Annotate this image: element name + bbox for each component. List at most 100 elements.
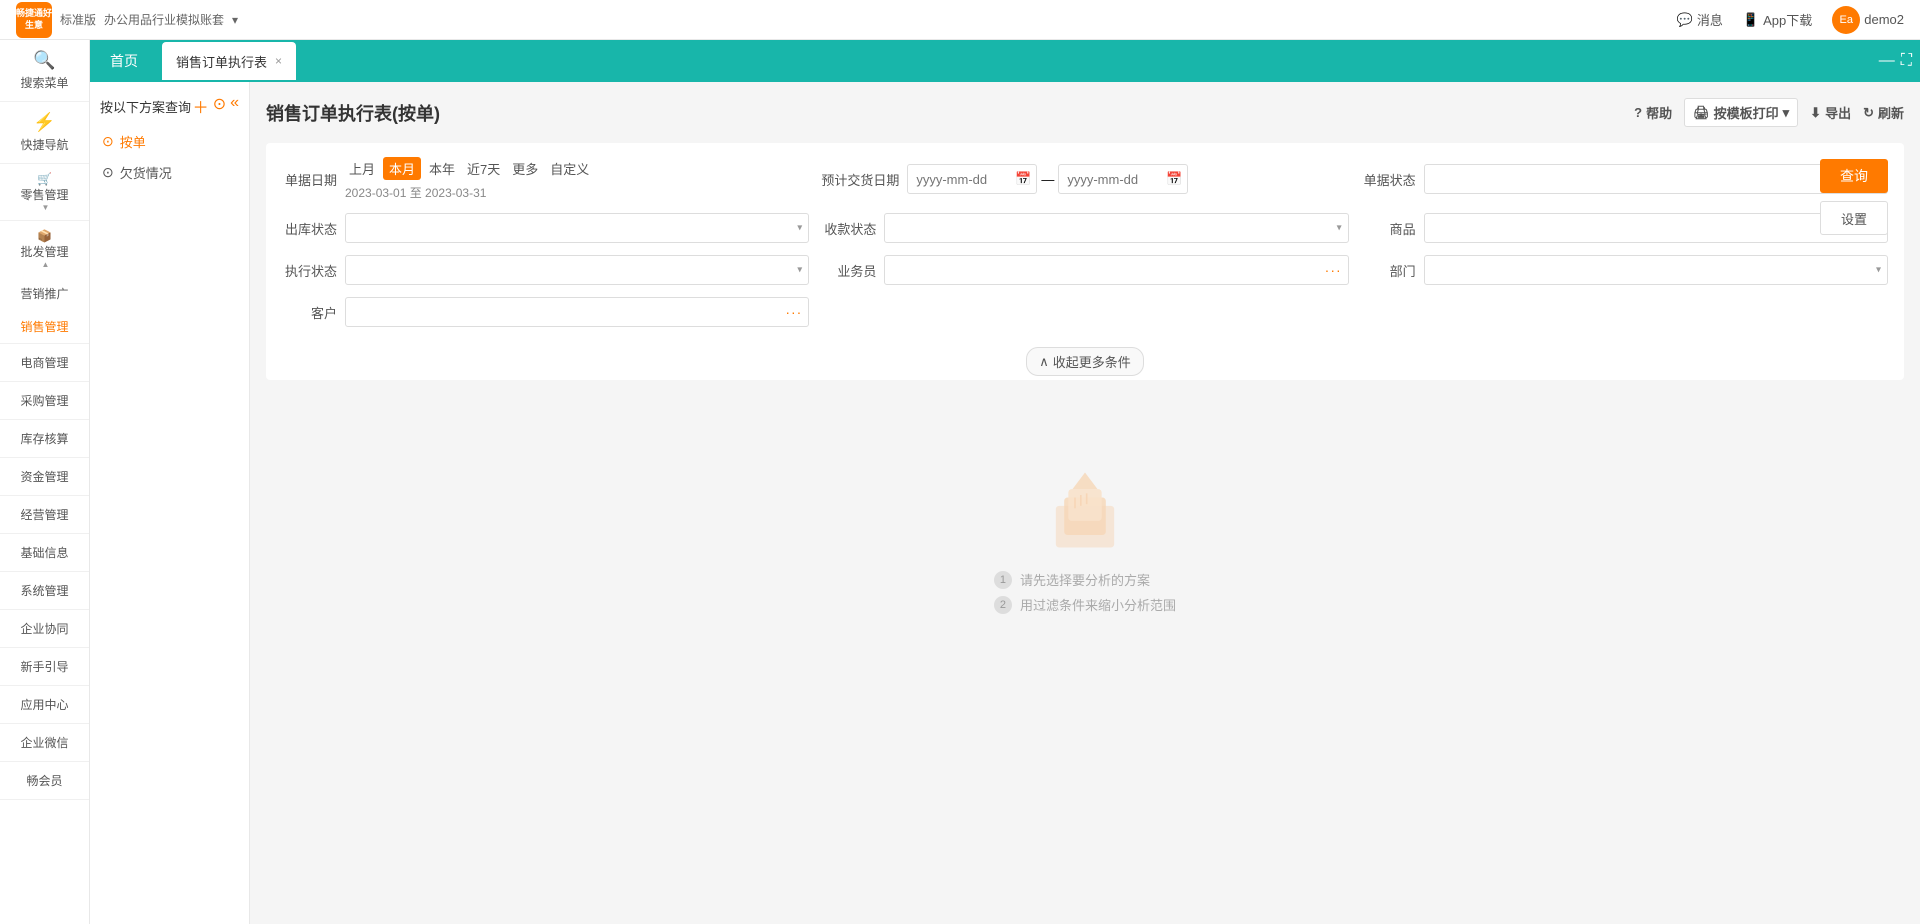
app-logo: 畅捷通好生意 — [16, 2, 52, 38]
export-icon: ⬇ — [1810, 105, 1821, 121]
customer-label: 客户 — [282, 303, 337, 322]
tab-minimize-icon[interactable]: — — [1879, 52, 1895, 70]
salesperson-input[interactable] — [884, 255, 1348, 285]
out-status-label: 出库状态 — [282, 219, 337, 238]
query-actions: 查询 设置 — [1820, 159, 1888, 235]
app-download-button[interactable]: 📱 App下载 — [1743, 10, 1812, 29]
sidebar-item-finance[interactable]: 资金管理 — [0, 458, 89, 496]
print-icon: 🖨 — [1693, 105, 1710, 121]
doc-status-input[interactable] — [1424, 164, 1888, 194]
customer-input[interactable] — [345, 297, 809, 327]
empty-hint-2: 2 用过滤条件来缩小分析范围 — [994, 595, 1176, 614]
settings-scheme-button[interactable]: ⊙ — [213, 94, 226, 118]
message-icon: 💬 — [1677, 12, 1693, 28]
dept-input[interactable] — [1424, 255, 1888, 285]
date-tab-custom[interactable]: 自定义 — [546, 157, 593, 180]
date-tab-more[interactable]: 更多 — [508, 157, 542, 180]
help-button[interactable]: ? 帮助 — [1634, 103, 1672, 122]
collapse-panel-button[interactable]: « — [230, 94, 239, 118]
goods-input[interactable] — [1424, 213, 1888, 243]
recv-status-input[interactable] — [884, 213, 1348, 243]
wholesale-icon: 📦 — [37, 229, 52, 243]
empty-illustration — [1035, 460, 1135, 560]
query-button[interactable]: 查询 — [1820, 159, 1888, 193]
dept-label: 部门 — [1361, 261, 1416, 280]
scheme-item2-icon: ⊙ — [102, 164, 114, 181]
search-icon: 🔍 — [33, 50, 55, 71]
date-tab-last-month[interactable]: 上月 — [345, 157, 379, 180]
settings-button[interactable]: 设置 — [1820, 201, 1888, 235]
goods-label: 商品 — [1361, 219, 1416, 238]
expected-date-start-wrap: 📅 — [907, 164, 1037, 194]
scheme-item-by-order[interactable]: ⊙ 按单 — [90, 126, 249, 157]
sidebar-item-purchase[interactable]: 采购管理 — [0, 382, 89, 420]
filter-date: 单据日期 上月 本月 本年 近7天 更多 自定义 — [282, 157, 809, 201]
sidebar-item-wechat[interactable]: 企业微信 — [0, 724, 89, 762]
refresh-icon: ↻ — [1863, 105, 1874, 121]
sidebar-item-newbie[interactable]: 新手引导 — [0, 648, 89, 686]
user-menu[interactable]: Ea demo2 — [1832, 6, 1904, 34]
hint-num-1: 1 — [994, 571, 1012, 589]
out-status-input[interactable] — [345, 213, 809, 243]
export-button[interactable]: ⬇ 导出 — [1810, 103, 1851, 122]
print-button[interactable]: 🖨 按模板打印 ▾ — [1684, 98, 1798, 127]
sidebar-item-marketing[interactable]: 营销推广 — [0, 277, 89, 310]
topbar: 畅捷通好生意 标准版 办公用品行业模拟账套 ▾ 💬 消息 📱 App下载 Ea … — [0, 0, 1920, 40]
sidebar-item-corp[interactable]: 企业协同 — [0, 610, 89, 648]
tab-home[interactable]: 首页 — [90, 40, 158, 82]
retail-icon: 🛒 — [37, 172, 52, 186]
date-tab-this-year[interactable]: 本年 — [425, 157, 459, 180]
filter-row-4: 客户 ··· — [282, 297, 1888, 327]
recv-status-wrap: ▾ — [884, 213, 1348, 243]
out-status-wrap: ▾ — [345, 213, 809, 243]
expected-date-end-wrap: 📅 — [1058, 164, 1188, 194]
sidebar-item-sales[interactable]: 销售管理 — [0, 310, 89, 343]
add-scheme-button[interactable]: ＋ — [193, 94, 209, 118]
customer-dots-icon[interactable]: ··· — [785, 304, 802, 320]
sidebar-item-base[interactable]: 基础信息 — [0, 534, 89, 572]
sidebar-item-inventory[interactable]: 库存核算 — [0, 420, 89, 458]
sidebar-item-apps[interactable]: 应用中心 — [0, 686, 89, 724]
sidebar-item-member[interactable]: 畅会员 — [0, 762, 89, 800]
filter-row-3: 执行状态 ▾ 业务员 ··· — [282, 255, 1888, 285]
tab-active[interactable]: 销售订单执行表 × — [162, 42, 296, 80]
sidebar-item-biz[interactable]: 经营管理 — [0, 496, 89, 534]
tab-maximize-icon[interactable]: ⛶ — [1901, 52, 1912, 70]
top-title-dropdown[interactable]: ▾ — [232, 13, 238, 27]
tabbar: 首页 销售订单执行表 × — ⛶ — [90, 40, 1920, 82]
left-panel-header: 按以下方案查询 ＋ ⊙ « — [90, 94, 249, 126]
calendar-icon-1: 📅 — [1015, 171, 1031, 187]
main-layout: 🔍 搜索菜单 ⚡ 快捷导航 🛒 零售管理 📦 批发管理 营销推广 销售管理 — [0, 40, 1920, 924]
exec-status-input[interactable] — [345, 255, 809, 285]
sidebar-item-wholesale[interactable]: 📦 批发管理 — [0, 221, 89, 277]
filter-out-status: 出库状态 ▾ — [282, 213, 809, 243]
collapse-row: ∧ 收起更多条件 — [282, 339, 1888, 376]
sidebar-item-sys[interactable]: 系统管理 — [0, 572, 89, 610]
download-icon: 📱 — [1743, 12, 1759, 28]
date-tab-this-month[interactable]: 本月 — [383, 157, 421, 180]
scheme-item-debt[interactable]: ⊙ 欠货情况 — [90, 157, 249, 188]
content-area: 首页 销售订单执行表 × — ⛶ 按以下方案查询 ＋ ⊙ « — [90, 40, 1920, 924]
tabbar-right: — ⛶ — [1879, 52, 1920, 70]
refresh-button[interactable]: ↻ 刷新 — [1863, 103, 1904, 122]
sidebar-group-wholesale: 📦 批发管理 营销推广 销售管理 — [0, 221, 89, 344]
collapse-button[interactable]: ∧ 收起更多条件 — [1026, 347, 1144, 376]
inner-layout: 按以下方案查询 ＋ ⊙ « ⊙ 按单 ⊙ 欠货情况 — [90, 82, 1920, 924]
filter-row-2: 出库状态 ▾ 收款状态 ▾ — [282, 213, 1888, 243]
sidebar-item-ecom[interactable]: 电商管理 — [0, 344, 89, 382]
goods-wrap: ··· — [1424, 213, 1888, 243]
customer-wrap: ··· — [345, 297, 809, 327]
filter-dept: 部门 ▾ — [1361, 255, 1888, 285]
message-button[interactable]: 💬 消息 — [1677, 10, 1723, 29]
exec-status-wrap: ▾ — [345, 255, 809, 285]
sidebar-item-quicknav[interactable]: ⚡ 快捷导航 — [0, 102, 89, 164]
filter-recv-status: 收款状态 ▾ — [821, 213, 1348, 243]
date-label: 单据日期 — [282, 170, 337, 189]
salesperson-dots-icon[interactable]: ··· — [1325, 262, 1342, 278]
print-dropdown-icon: ▾ — [1783, 105, 1790, 121]
date-tab-7days[interactable]: 近7天 — [463, 157, 504, 180]
sidebar-item-search[interactable]: 🔍 搜索菜单 — [0, 40, 89, 102]
sidebar-item-retail[interactable]: 🛒 零售管理 — [0, 164, 89, 220]
hint-num-2: 2 — [994, 596, 1012, 614]
tab-close-button[interactable]: × — [275, 54, 282, 68]
